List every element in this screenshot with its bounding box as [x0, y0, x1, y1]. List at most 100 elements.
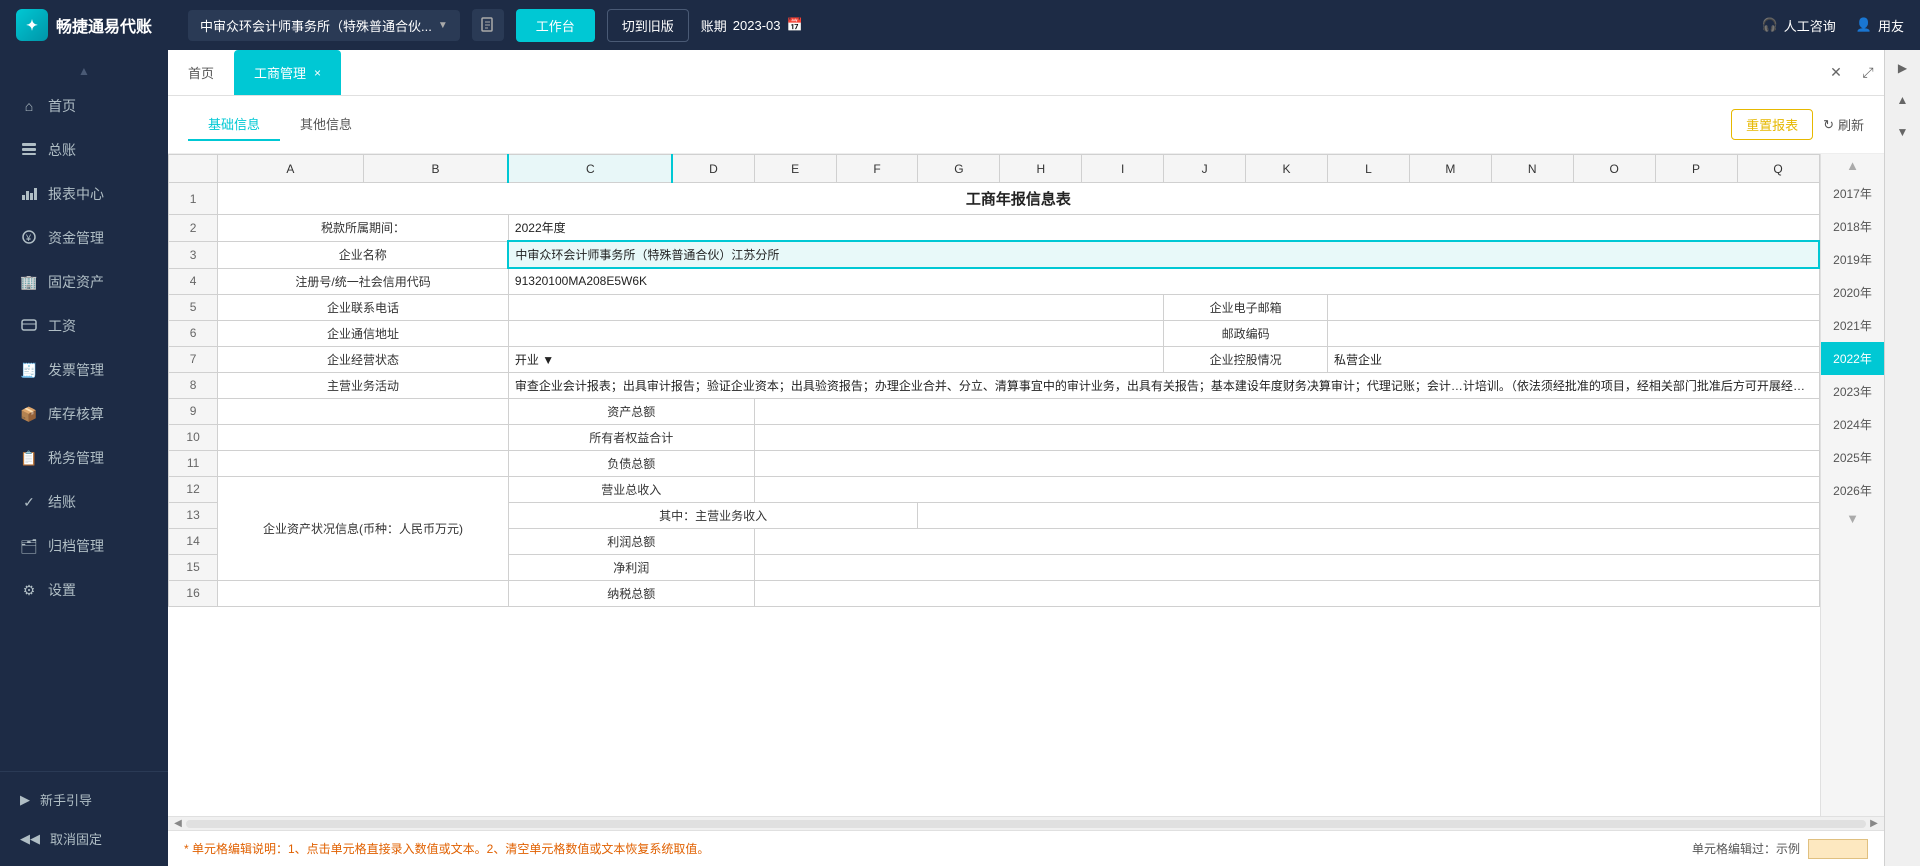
year-item-2020[interactable]: 2020年 [1821, 276, 1884, 309]
close-accounts-icon: ✓ [20, 494, 38, 511]
year-item-2019[interactable]: 2019年 [1821, 243, 1884, 276]
sidebar-item-inventory[interactable]: 📦 库存核算 [0, 392, 168, 436]
row7-value2[interactable]: 私营企业 [1327, 346, 1819, 372]
tab-close-button[interactable]: × [314, 66, 321, 80]
company-name: 中审众环会计师事务所（特殊普通合伙... [200, 16, 432, 35]
old-version-button[interactable]: 切到旧版 [607, 9, 689, 42]
row7-label2: 企业控股情况 [1164, 346, 1328, 372]
funds-icon: ¥ [20, 229, 38, 248]
tab-basic-info[interactable]: 基础信息 [188, 108, 280, 141]
year-item-2018[interactable]: 2018年 [1821, 210, 1884, 243]
refresh-button[interactable]: ↻ 刷新 [1823, 115, 1864, 134]
year-panel-up[interactable]: ▲ [1821, 154, 1884, 177]
col-header-j: J [1164, 155, 1246, 183]
year-item-2021[interactable]: 2021年 [1821, 309, 1884, 342]
company-selector[interactable]: 中审众环会计师事务所（特殊普通合伙... ▼ [188, 10, 460, 41]
hscroll-right[interactable]: ▶ [1866, 817, 1882, 831]
row10-value[interactable] [754, 424, 1819, 450]
row8-value[interactable]: 审查企业会计报表；出具审计报告；验证企业资本；出具验资报告；办理企业合并、分立、… [508, 372, 1819, 398]
support-button[interactable]: 🎧 人工咨询 [1762, 16, 1836, 35]
period-value: 2023-03 [733, 18, 781, 33]
row-num-12: 12 [169, 476, 218, 502]
sidebar-item-home[interactable]: ⌂ 首页 [0, 84, 168, 128]
main-layout: ▲ ⌂ 首页 总账 报表中心 ¥ 资金管理 🏢 固定资产 [0, 50, 1920, 866]
status-hint: * 单元格编辑说明：1、点击单元格直接录入数值或文本。2、清空单元格数值或文本恢… [184, 840, 709, 857]
sidebar-item-invoice[interactable]: 🧾 发票管理 [0, 348, 168, 392]
tab-other-info-label: 其他信息 [300, 117, 352, 132]
row15-sublabel: 净利润 [508, 554, 754, 580]
workbench-button[interactable]: 工作台 [516, 9, 595, 42]
row15-value[interactable] [754, 554, 1819, 580]
year-item-2022[interactable]: 2022年 [1821, 342, 1884, 375]
tab-home[interactable]: 首页 [168, 50, 234, 95]
user-area[interactable]: 👤 用友 [1856, 16, 1904, 35]
outer-right-panel: ▶ ▲ ▼ [1884, 50, 1920, 866]
row9-value[interactable] [754, 398, 1819, 424]
row11-label [218, 450, 509, 476]
year-item-2025[interactable]: 2025年 [1821, 441, 1884, 474]
sidebar-label-archive: 归档管理 [48, 536, 104, 556]
row7-value1[interactable]: 开业 ▼ [508, 346, 1163, 372]
reset-report-button[interactable]: 重置报表 [1731, 109, 1813, 140]
sidebar-label-unpin: 取消固定 [50, 829, 102, 848]
year-item-2024[interactable]: 2024年 [1821, 408, 1884, 441]
guide-icon: ▶ [20, 792, 30, 808]
refresh-label: 刷新 [1838, 115, 1864, 134]
row6-value1[interactable] [508, 320, 1163, 346]
maximize-window-button[interactable]: ⤢ [1856, 61, 1880, 85]
sidebar-item-assets[interactable]: 🏢 固定资产 [0, 260, 168, 304]
row5-value2[interactable] [1327, 294, 1819, 320]
sidebar-label-settings: 设置 [48, 580, 76, 600]
row2-value[interactable]: 2022年度 [508, 215, 1819, 242]
sidebar-item-archive[interactable]: 🗂 归档管理 [0, 524, 168, 568]
hscroll-track[interactable] [186, 820, 1866, 828]
panel-collapse-btn[interactable]: ▶ [1889, 54, 1917, 82]
year-item-2023[interactable]: 2023年 [1821, 375, 1884, 408]
sidebar-label-close-accounts: 结账 [48, 492, 76, 512]
table-row: 1 工商年报信息表 [169, 183, 1820, 215]
row4-value[interactable]: 91320100MA208E5W6K [508, 268, 1819, 294]
tab-other-info[interactable]: 其他信息 [280, 108, 372, 141]
row5-value1[interactable] [508, 294, 1163, 320]
table-row: 11 负债总额 [169, 450, 1820, 476]
spreadsheet-main[interactable]: A B C D E F G H I J K L [168, 154, 1820, 816]
row14-value[interactable] [754, 528, 1819, 554]
row12-value[interactable] [754, 476, 1819, 502]
row-num-7: 7 [169, 346, 218, 372]
sidebar-item-ledger[interactable]: 总账 [0, 128, 168, 172]
panel-down-btn[interactable]: ▼ [1889, 118, 1917, 146]
sidebar-item-close-accounts[interactable]: ✓ 结账 [0, 480, 168, 524]
row3-value[interactable]: 中审众环会计师事务所（特殊普通合伙）江苏分所 [508, 241, 1819, 268]
row16-value[interactable] [754, 580, 1819, 606]
panel-up-btn[interactable]: ▲ [1889, 86, 1917, 114]
sidebar-label-ledger: 总账 [48, 140, 76, 160]
hscroll-left[interactable]: ◀ [170, 817, 186, 831]
row6-label1: 企业通信地址 [218, 320, 509, 346]
tab-business[interactable]: 工商管理 × [234, 50, 341, 95]
row2-label: 税款所属期间： [218, 215, 509, 242]
sidebar-item-guide[interactable]: ▶ 新手引导 [0, 780, 168, 819]
row13-value[interactable] [918, 502, 1819, 528]
sidebar-item-unpin[interactable]: ◀◀ 取消固定 [0, 819, 168, 858]
row5-label2: 企业电子邮箱 [1164, 294, 1328, 320]
sidebar-item-payroll[interactable]: 工资 [0, 304, 168, 348]
assets-icon: 🏢 [20, 274, 38, 291]
sidebar-item-reports[interactable]: 报表中心 [0, 172, 168, 216]
col-header-o: O [1573, 155, 1655, 183]
column-header-row: A B C D E F G H I J K L [169, 155, 1820, 183]
calendar-icon[interactable]: 📅 [787, 17, 803, 33]
row11-value[interactable] [754, 450, 1819, 476]
sidebar-item-funds[interactable]: ¥ 资金管理 [0, 216, 168, 260]
table-row: 6 企业通信地址 邮政编码 [169, 320, 1820, 346]
period-area: 账期 2023-03 📅 [701, 16, 803, 35]
row-num-16: 16 [169, 580, 218, 606]
document-icon[interactable] [472, 9, 504, 41]
year-item-2017[interactable]: 2017年 [1821, 177, 1884, 210]
sidebar-item-settings[interactable]: ⚙ 设置 [0, 568, 168, 612]
year-panel-down[interactable]: ▼ [1821, 507, 1884, 530]
row6-value2[interactable] [1327, 320, 1819, 346]
close-window-button[interactable]: ✕ [1824, 61, 1848, 85]
sidebar-item-tax[interactable]: 📋 税务管理 [0, 436, 168, 480]
table-title[interactable]: 工商年报信息表 [218, 183, 1819, 215]
year-item-2026[interactable]: 2026年 [1821, 474, 1884, 507]
